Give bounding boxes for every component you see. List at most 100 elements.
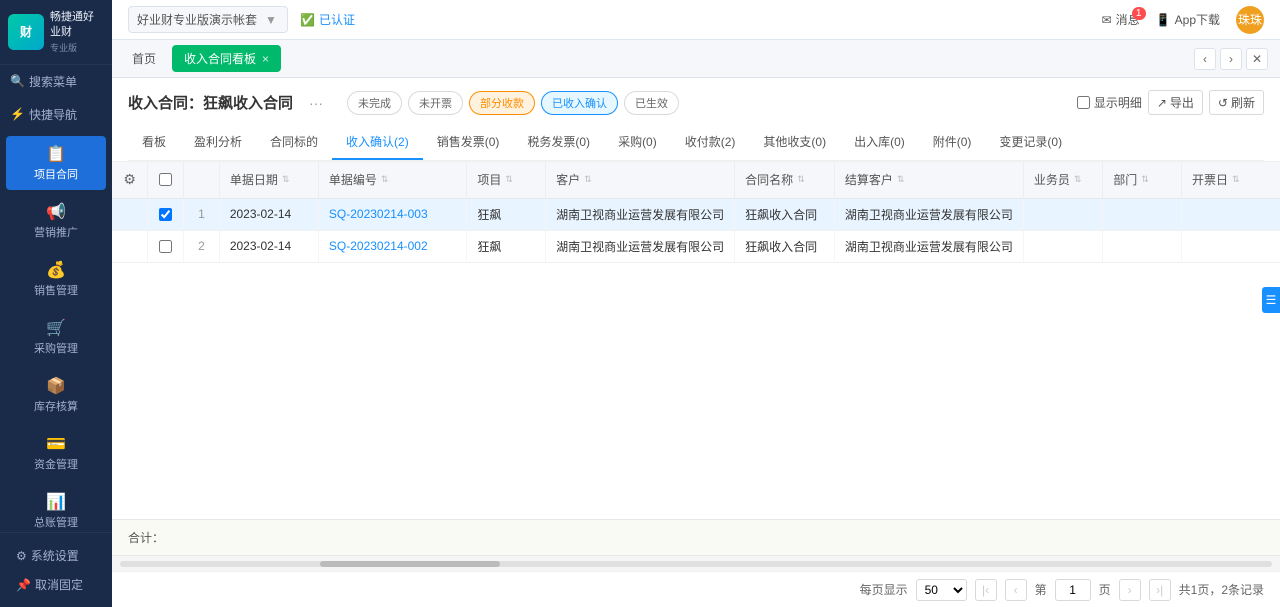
tab-close-all-button[interactable]: ✕ (1246, 48, 1268, 70)
tab-close-icon[interactable]: × (262, 52, 269, 66)
row-customer-cell: 湖南卫视商业运营发展有限公司 (546, 230, 735, 262)
tab-in-out[interactable]: 出入库(0) (840, 125, 919, 160)
sort-icon: ⇅ (797, 174, 805, 185)
th-contract[interactable]: 合同名称⇅ (735, 162, 835, 198)
row-dept-cell (1103, 230, 1182, 262)
row-sn-link[interactable]: SQ-20230214-002 (329, 239, 428, 253)
app-name: 畅捷通好业财 (50, 10, 104, 41)
page-header-top: 收入合同：狂飙收入合同 ··· 未完成 未开票 部分收款 已收入确认 已生效 显… (128, 90, 1264, 115)
tab-kanban[interactable]: 看板 (128, 125, 180, 160)
tab-receipt[interactable]: 收付款(2) (671, 125, 750, 160)
tab-change-log[interactable]: 变更记录(0) (985, 125, 1076, 160)
quicknav-item[interactable]: ⚡ 快捷导航 (0, 98, 112, 131)
sort-icon: ⇅ (584, 174, 592, 185)
scroll-track[interactable] (120, 561, 1272, 567)
row-checkbox[interactable] (159, 208, 172, 221)
row-sn-link[interactable]: SQ-20230214-003 (329, 207, 428, 221)
sidebar-item-marketing[interactable]: 📢 营销推广 (6, 194, 106, 248)
sidebar-logo: 财 畅捷通好业财 专业版 (0, 0, 112, 65)
search-menu-item[interactable]: 🔍 搜索菜单 (0, 65, 112, 98)
app-subtitle: 专业版 (50, 41, 104, 54)
pin-icon: 📌 (16, 578, 31, 592)
sidebar-item-label: 销售管理 (34, 282, 78, 298)
pagination-first-button[interactable]: |‹ (975, 579, 997, 601)
pagination-last-button[interactable]: ›| (1149, 579, 1171, 601)
total-label: 合计： (128, 529, 164, 546)
tab-income-confirm[interactable]: 收入确认(2) (332, 125, 423, 160)
refresh-button[interactable]: ↺ 刷新 (1209, 90, 1264, 115)
more-options-button[interactable]: ··· (305, 95, 327, 111)
export-button[interactable]: ↗ 导出 (1148, 90, 1203, 115)
sort-icon: ⇅ (1141, 174, 1149, 185)
status-unfinished-button[interactable]: 未完成 (347, 91, 402, 115)
show-detail-input[interactable] (1077, 96, 1090, 109)
pagination-prev-button[interactable]: ‹ (1005, 579, 1027, 601)
sidebar-item-fund[interactable]: 💳 资金管理 (6, 426, 106, 480)
refresh-label: 刷新 (1231, 94, 1255, 111)
sidebar-item-label: 总账管理 (34, 514, 78, 530)
th-dept[interactable]: 部门⇅ (1103, 162, 1182, 198)
sidebar-item-project-contract[interactable]: 📋 项目合同 (6, 136, 106, 190)
page-header: 收入合同：狂飙收入合同 ··· 未完成 未开票 部分收款 已收入确认 已生效 显… (112, 78, 1280, 162)
status-uninvoiced-button[interactable]: 未开票 (408, 91, 463, 115)
per-page-select[interactable]: 10 20 50 100 (916, 579, 967, 601)
user-avatar[interactable]: 珠珠 (1236, 6, 1264, 34)
row-checkbox[interactable] (159, 240, 172, 253)
sidebar-item-general[interactable]: 📊 总账管理 (6, 484, 106, 532)
company-name: 好业财专业版演示帐套 (137, 11, 257, 28)
home-tab[interactable]: 首页 (124, 46, 164, 71)
tab-profit[interactable]: 盈利分析 (180, 125, 256, 160)
sidebar-item-label: 资金管理 (34, 456, 78, 472)
th-date[interactable]: 单据日期⇅ (219, 162, 318, 198)
th-open-date-label: 开票日 (1192, 171, 1228, 188)
scroll-thumb[interactable] (320, 561, 500, 567)
status-partial-receipt-button[interactable]: 部分收款 (469, 91, 535, 115)
sidebar-settings-item[interactable]: ⚙ 系统设置 (8, 541, 104, 570)
export-label: 导出 (1170, 94, 1194, 111)
th-customer[interactable]: 客户 ⇅ (546, 162, 735, 198)
tab-other-receipt[interactable]: 其他收支(0) (749, 125, 840, 160)
page-number-input[interactable] (1055, 579, 1091, 601)
th-gear[interactable]: ⚙ (112, 162, 148, 198)
status-effective-button[interactable]: 已生效 (624, 91, 679, 115)
show-detail-checkbox[interactable]: 显示明细 (1077, 94, 1142, 111)
th-customer-label: 客户 (556, 171, 580, 188)
sidebar-cancel-pin-item[interactable]: 📌 取消固定 (8, 570, 104, 599)
th-project[interactable]: 项目⇅ (467, 162, 546, 198)
row-checkbox-cell (148, 198, 184, 230)
sidebar-item-inventory[interactable]: 📦 库存核算 (6, 368, 106, 422)
column-settings-icon[interactable]: ⚙ (123, 171, 136, 187)
general-icon: 📊 (46, 492, 66, 512)
tab-tax-invoice[interactable]: 税务发票(0) (513, 125, 604, 160)
row-dept-cell (1103, 198, 1182, 230)
th-sn[interactable]: 单据编号⇅ (318, 162, 466, 198)
tab-sales-invoice[interactable]: 销售发票(0) (423, 125, 514, 160)
sidebar-item-sales[interactable]: 💰 销售管理 (6, 252, 106, 306)
tab-next-button[interactable]: › (1220, 48, 1242, 70)
select-all-checkbox[interactable] (159, 173, 172, 186)
app-download-label: App下载 (1175, 11, 1220, 28)
app-download-button[interactable]: 📱 App下载 (1156, 11, 1220, 28)
sidebar-item-label: 库存核算 (34, 398, 78, 414)
tab-prev-button[interactable]: ‹ (1194, 48, 1216, 70)
cancel-pin-label: 取消固定 (35, 576, 83, 593)
company-selector[interactable]: 好业财专业版演示帐套 ▼ (128, 6, 288, 33)
th-staff[interactable]: 业务员⇅ (1023, 162, 1102, 198)
status-income-confirmed-button[interactable]: 已收入确认 (541, 91, 618, 115)
row-open-date-cell (1182, 198, 1280, 230)
sidebar-item-purchase[interactable]: 🛒 采购管理 (6, 310, 106, 364)
page-suffix-label: 页 (1099, 581, 1111, 598)
th-open-date[interactable]: 开票日⇅ (1182, 162, 1280, 198)
th-end-customer[interactable]: 结算客户⇅ (834, 162, 1023, 198)
message-button[interactable]: ✉ 消息 1 (1102, 11, 1140, 28)
pagination-next-button[interactable]: › (1119, 579, 1141, 601)
sidebar: 财 畅捷通好业财 专业版 🔍 搜索菜单 ⚡ 快捷导航 📋 项目合同 📢 营销推广… (0, 0, 112, 607)
tab-contract-mark[interactable]: 合同标的 (256, 125, 332, 160)
tab-purchase[interactable]: 采购(0) (604, 125, 671, 160)
row-num-cell: 1 (184, 198, 220, 230)
scroll-area[interactable] (112, 555, 1280, 571)
tab-attachment[interactable]: 附件(0) (919, 125, 986, 160)
refresh-icon: ↺ (1218, 96, 1228, 110)
income-contract-tab[interactable]: 收入合同看板 × (172, 45, 281, 72)
right-float-button[interactable]: ☰ (1262, 287, 1280, 313)
